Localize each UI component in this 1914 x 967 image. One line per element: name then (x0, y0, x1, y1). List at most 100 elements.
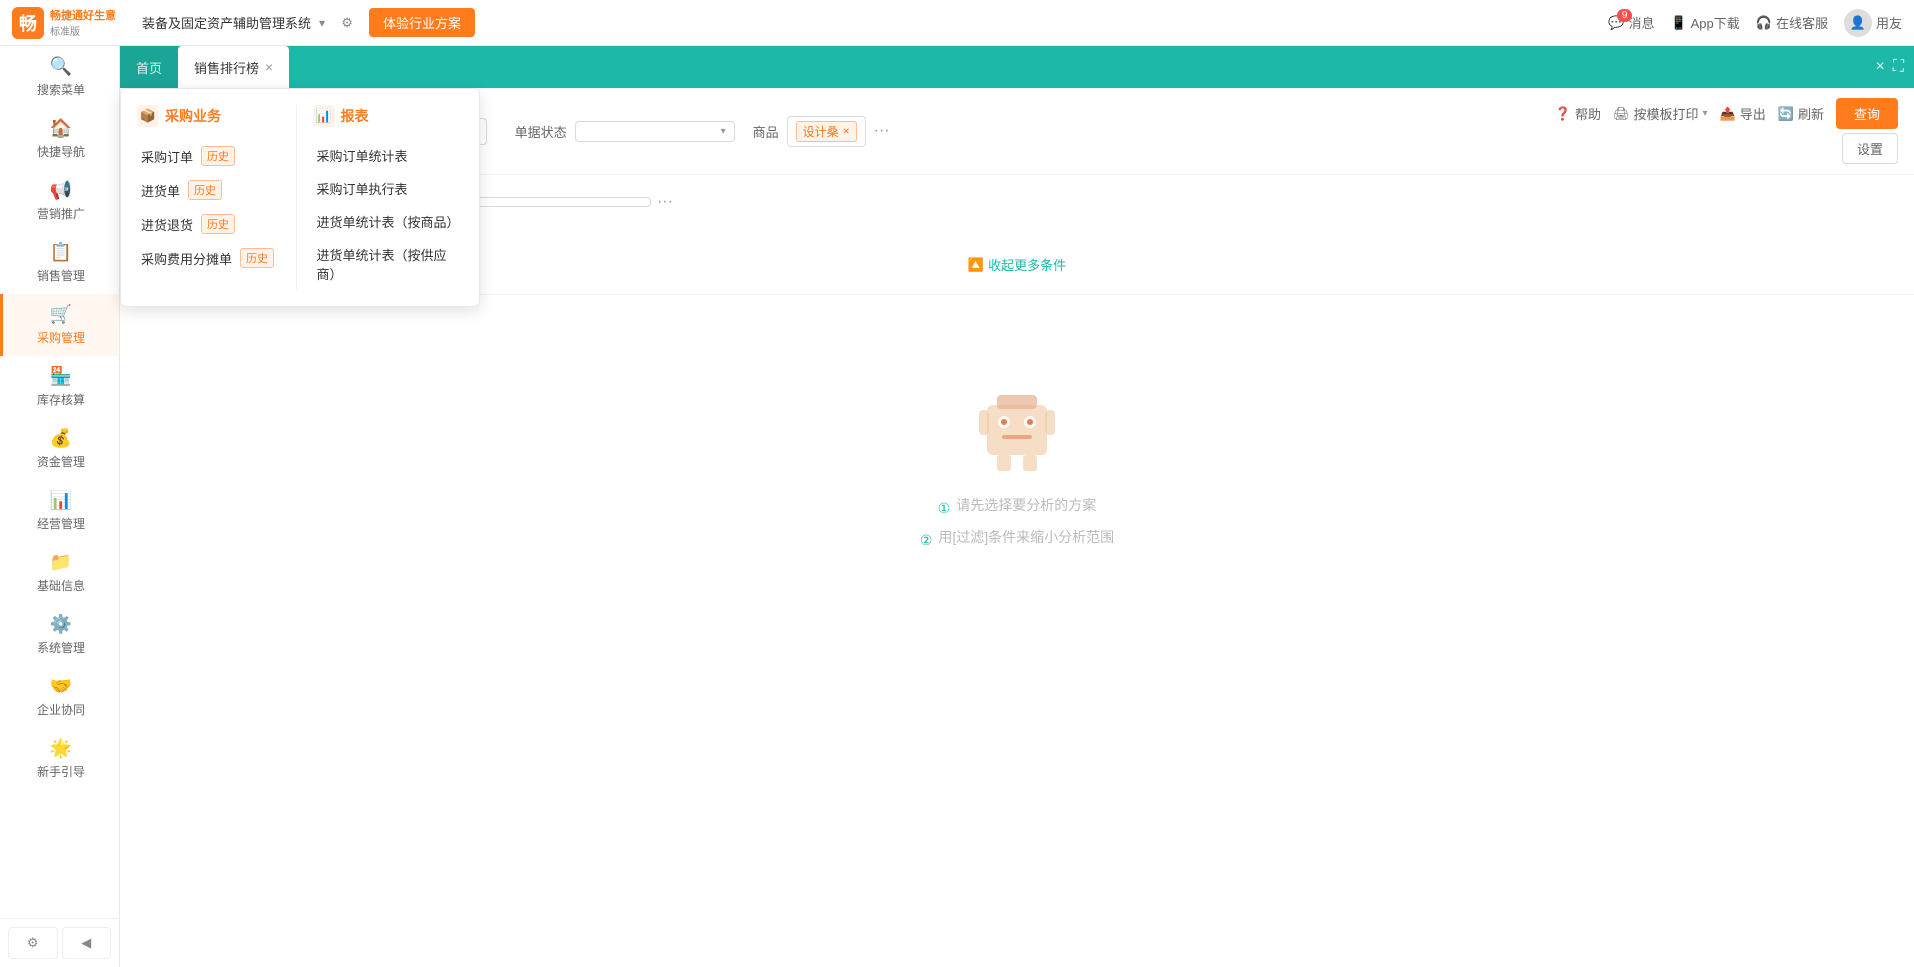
chevron-down-icon: ▾ (721, 126, 726, 137)
app-download-action[interactable]: 📱 App下载 (1670, 13, 1739, 32)
sidebar-item-system[interactable]: ⚙️ 系统管理 (0, 604, 119, 666)
dropdown-item-po-exec[interactable]: 采购订单执行表 (313, 172, 464, 205)
enterprise-icon: 🤝 (50, 676, 72, 697)
salesperson-more-btn[interactable]: ··· (657, 193, 673, 211)
goods-more-btn[interactable]: ··· (874, 122, 890, 140)
help-label: 帮助 (1575, 104, 1601, 123)
export-label: 导出 (1740, 104, 1766, 123)
message-badge: 9 (1617, 9, 1633, 22)
tab-sales-rank[interactable]: 销售排行榜 × (178, 46, 289, 88)
export-icon: 📤 (1720, 106, 1736, 122)
sidebar-label-quicknav: 快捷导航 (37, 143, 85, 160)
guide-icon: 🌟 (50, 738, 72, 759)
tab-close-all-btn[interactable]: × (1875, 58, 1884, 76)
sidebar-item-enterprise[interactable]: 🤝 企业协同 (0, 666, 119, 728)
collapse-up-icon: 🔼 (968, 257, 984, 273)
empty-line2: ② 用[过滤]条件来缩小分析范围 (920, 527, 1114, 553)
logo-line2: 标准版 (50, 23, 116, 38)
print-dropdown-icon: ▾ (1703, 108, 1708, 119)
system-title-dropdown[interactable]: ▾ (319, 16, 325, 30)
purchase-order-label: 采购订单 (141, 147, 193, 166)
dropdown-item-return[interactable]: 进货退货 历史 (137, 207, 288, 241)
sidebar-item-inventory[interactable]: 🏪 库存核算 (0, 356, 119, 418)
tab-home[interactable]: 首页 (120, 46, 178, 88)
sidebar-item-sales[interactable]: 📋 销售管理 (0, 232, 119, 294)
help-action[interactable]: ❓ 帮助 (1555, 104, 1601, 123)
online-service-action[interactable]: 🎧 在线客服 (1756, 13, 1828, 32)
incoming-stats-goods-label: 进货单统计表（按商品） (317, 212, 460, 231)
export-action[interactable]: 📤 导出 (1720, 104, 1766, 123)
goods-filter[interactable]: 设计桑 × (787, 116, 866, 147)
dropdown-item-incoming[interactable]: 进货单 历史 (137, 173, 288, 207)
header-right: 💬 9 消息 📱 App下载 🎧 在线客服 👤 用友 (1608, 9, 1902, 37)
dropdown-purchase-title-text: 采购业务 (165, 106, 221, 126)
user-action[interactable]: 👤 用友 (1844, 9, 1902, 37)
sidebar-item-basic[interactable]: 📁 基础信息 (0, 542, 119, 604)
app-download-label: App下载 (1691, 13, 1740, 32)
query-button[interactable]: 查询 (1836, 98, 1898, 129)
goods-tag-close[interactable]: × (843, 124, 850, 138)
report-col-icon: 📊 (313, 105, 335, 127)
expense-label: 采购费用分摊单 (141, 249, 232, 268)
empty-state: ① 请先选择要分析的方案 ② 用[过滤]条件来缩小分析范围 (120, 295, 1914, 633)
user-avatar: 👤 (1844, 9, 1872, 37)
system-icon: ⚙️ (50, 614, 72, 635)
finance-icon: 💰 (50, 428, 72, 449)
industry-button[interactable]: 体验行业方案 (369, 8, 475, 37)
sidebar-label-purchase: 采购管理 (37, 329, 85, 346)
sidebar-bottom: ⚙ ◀ (0, 918, 119, 967)
dropdown-item-expense[interactable]: 采购费用分摊单 历史 (137, 241, 288, 275)
phone-icon: 📱 (1670, 15, 1686, 31)
tab-bar: 首页 销售排行榜 × × ⛶ (120, 46, 1914, 88)
sidebar-label-enterprise: 企业协同 (37, 701, 85, 718)
empty-line1: ① 请先选择要分析的方案 (938, 495, 1097, 521)
tab-home-label: 首页 (136, 58, 162, 77)
print-action[interactable]: 🖨 按模板打印 ▾ (1613, 104, 1708, 123)
goods-tag: 设计桑 × (796, 121, 857, 142)
incoming-label: 进货单 (141, 181, 180, 200)
empty-illustration (957, 375, 1077, 475)
dropdown-item-purchase-order[interactable]: 采购订单 历史 (137, 139, 288, 173)
tab-fullscreen-btn[interactable]: ⛶ (1893, 58, 1904, 76)
tab-bar-actions: × ⛶ (1875, 58, 1914, 76)
sidebar-label-operations: 经营管理 (37, 515, 85, 532)
set-button[interactable]: 设置 (1842, 133, 1898, 164)
message-label: 消息 (1628, 13, 1654, 32)
salesperson-select[interactable] (451, 197, 651, 207)
settings-icon[interactable]: ⚙ (333, 9, 361, 37)
sidebar-item-search[interactable]: 🔍 搜索菜单 (0, 46, 119, 108)
expense-history-tag: 历史 (240, 248, 274, 268)
refresh-action[interactable]: 🔄 刷新 (1778, 104, 1824, 123)
message-action[interactable]: 💬 9 消息 (1608, 13, 1654, 32)
empty-text-1: 请先选择要分析的方案 (956, 495, 1096, 515)
sidebar-item-guide[interactable]: 🌟 新手引导 (0, 728, 119, 790)
header-middle: 装备及固定资产辅助管理系统 ▾ ⚙ 体验行业方案 (132, 8, 1608, 37)
sidebar-collapse-btn[interactable]: ◀ (62, 927, 112, 959)
sidebar-item-finance[interactable]: 💰 资金管理 (0, 418, 119, 480)
print-label: 按模板打印 (1634, 104, 1699, 123)
top-header: 畅 畅捷通好生意 标准版 装备及固定资产辅助管理系统 ▾ ⚙ 体验行业方案 💬 … (0, 0, 1914, 46)
dropdown-report-title: 📊 报表 (313, 105, 464, 127)
sidebar-item-quicknav[interactable]: 🏠 快捷导航 (0, 108, 119, 170)
search-icon: 🔍 (50, 56, 72, 77)
sidebar-settings-btn[interactable]: ⚙ (8, 927, 58, 959)
sidebar-item-marketing[interactable]: 📢 营销推广 (0, 170, 119, 232)
incoming-history-tag: 历史 (188, 180, 222, 200)
refresh-icon: 🔄 (1778, 106, 1794, 122)
sidebar: 🔍 搜索菜单 🏠 快捷导航 📢 营销推广 📋 销售管理 🛒 采购管理 🏪 库存核… (0, 46, 120, 967)
goods-tag-text: 设计桑 (803, 123, 839, 140)
sidebar-label-marketing: 营销推广 (37, 205, 85, 222)
sidebar-item-operations[interactable]: 📊 经营管理 (0, 480, 119, 542)
sidebar-item-purchase[interactable]: 🛒 采购管理 (0, 294, 119, 356)
dropdown-report-title-text: 报表 (341, 106, 369, 126)
user-label: 用友 (1876, 13, 1902, 32)
tab-close-icon[interactable]: × (265, 60, 273, 74)
dropdown-col-purchase: 📦 采购业务 采购订单 历史 进货单 历史 进货退货 历史 采购费用分摊单 历史 (137, 105, 288, 290)
purchase-order-history-tag: 历史 (201, 146, 235, 166)
dropdown-item-incoming-stats-supplier[interactable]: 进货单统计表（按供应商） (313, 238, 464, 290)
dropdown-item-po-stats[interactable]: 采购订单统计表 (313, 139, 464, 172)
dropdown-item-incoming-stats-goods[interactable]: 进货单统计表（按商品） (313, 205, 464, 238)
voucher-status-select[interactable]: ▾ (575, 121, 735, 142)
voucher-status-label: 单据状态 (515, 122, 567, 141)
sidebar-label-finance: 资金管理 (37, 453, 85, 470)
